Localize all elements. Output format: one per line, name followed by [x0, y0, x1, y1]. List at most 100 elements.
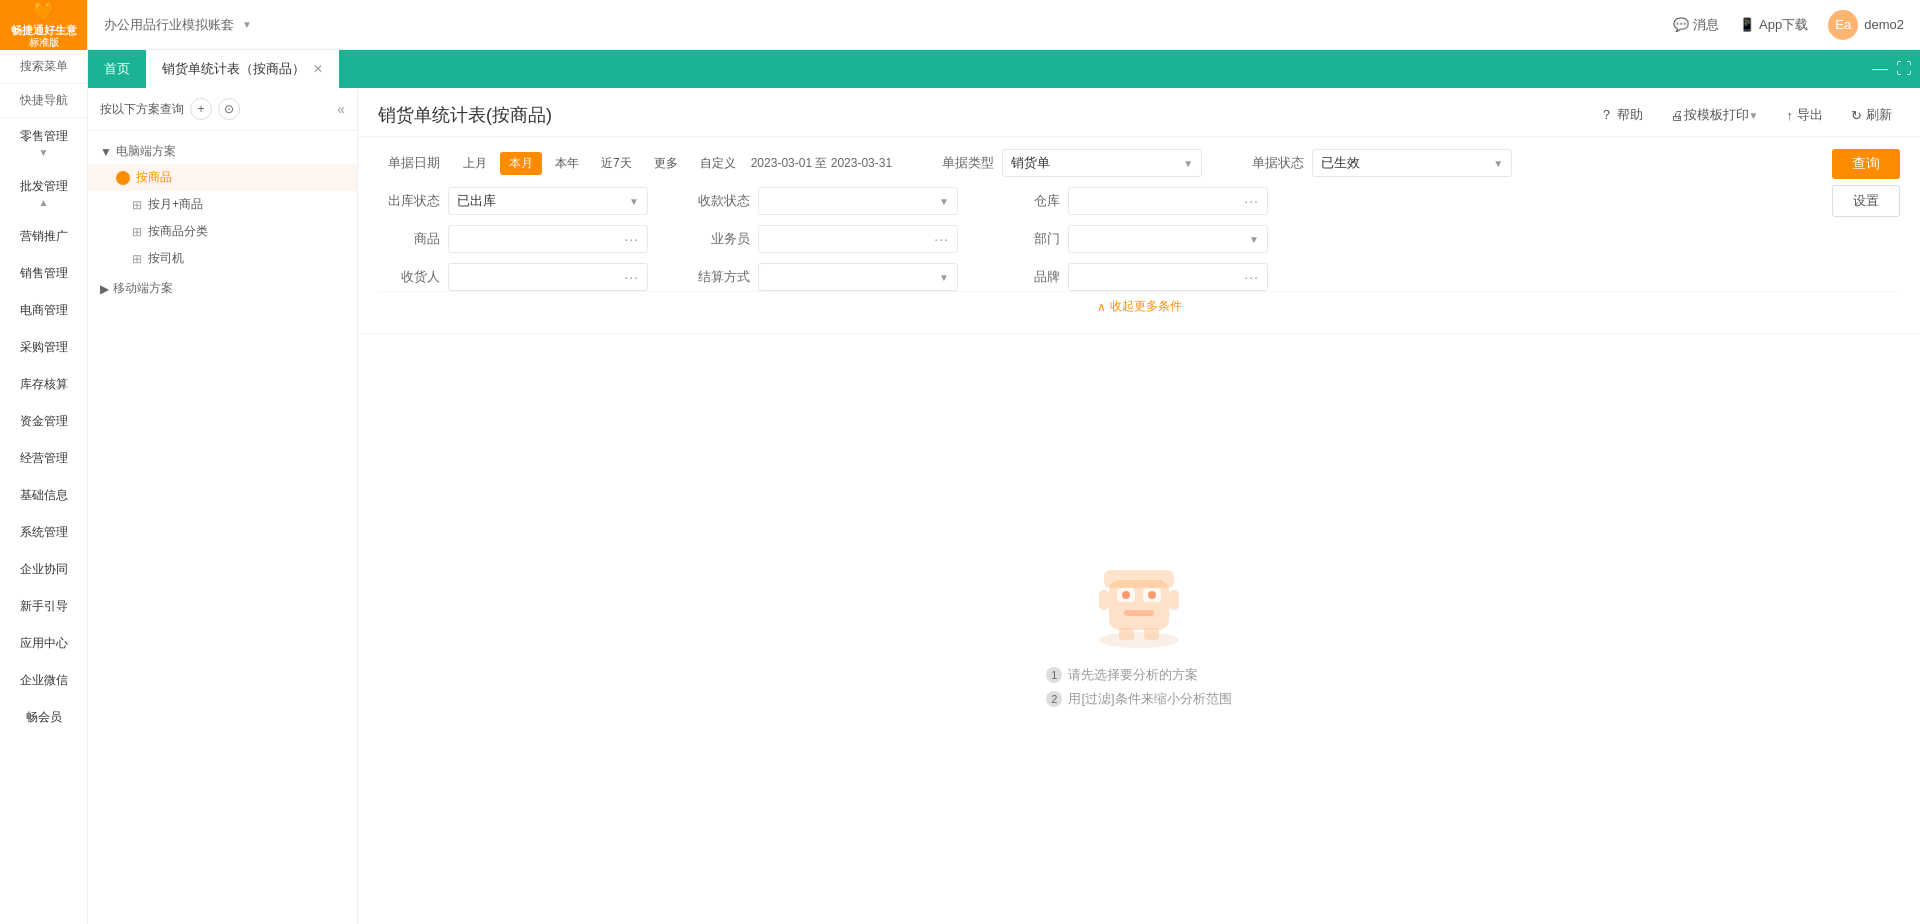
- salesperson-input[interactable]: ···: [758, 225, 958, 253]
- sidebar-item-appcenter-label: 应用中心: [20, 635, 68, 652]
- brand-input[interactable]: ···: [1068, 263, 1268, 291]
- tab-expand-icon[interactable]: ⛶: [1896, 60, 1912, 78]
- settlement-input[interactable]: ▼: [758, 263, 958, 291]
- sidebar-item-finance[interactable]: 资金管理: [0, 403, 87, 440]
- sidebar-item-enterprise-label: 企业协同: [20, 561, 68, 578]
- tree-item-by-goods[interactable]: 按商品: [88, 164, 357, 191]
- filter-row-3: 商品 ··· 业务员 ··· 部门: [378, 225, 1820, 253]
- panel-collapse-button[interactable]: «: [337, 101, 345, 117]
- date-btn-more[interactable]: 更多: [645, 152, 687, 175]
- add-scheme-button[interactable]: +: [190, 98, 212, 120]
- sidebar-item-appcenter[interactable]: 应用中心: [0, 625, 87, 662]
- setting-button[interactable]: 设置: [1832, 185, 1900, 217]
- workspace-dropdown-icon: ▼: [242, 19, 252, 30]
- date-range-text: 2023-03-01 至 2023-03-31: [751, 155, 892, 172]
- svg-rect-8: [1169, 590, 1179, 610]
- collapse-bar[interactable]: ∧ 收起更多条件: [378, 291, 1900, 321]
- sidebar-item-basic[interactable]: 基础信息: [0, 477, 87, 514]
- receiver-input[interactable]: ···: [448, 263, 648, 291]
- date-quick-buttons: 上月 本月 本年 近7天 更多 自定义: [454, 152, 745, 175]
- query-button[interactable]: 查询: [1832, 149, 1900, 179]
- user-area[interactable]: Ea demo2: [1828, 10, 1904, 40]
- sidebar-item-purchase-label: 采购管理: [20, 339, 68, 356]
- empty-state: 1 请先选择要分析的方案 2 用[过滤]条件来缩小分析范围: [358, 334, 1920, 924]
- tree-sub-icon1: ⊞: [132, 198, 142, 212]
- payment-status-chevron-icon: ▼: [939, 196, 949, 207]
- edit-scheme-button[interactable]: ⊙: [218, 98, 240, 120]
- workspace-selector[interactable]: 办公用品行业模拟账套 ▼: [104, 16, 252, 34]
- doc-status-input[interactable]: 已生效 ▼: [1312, 149, 1512, 177]
- message-button[interactable]: 💬 消息: [1673, 16, 1719, 34]
- sidebar-search-menu[interactable]: 搜索菜单: [0, 50, 87, 84]
- sidebar-item-inventory[interactable]: 库存核算: [0, 366, 87, 403]
- payment-status-label: 收款状态: [688, 192, 758, 210]
- svg-rect-11: [1104, 570, 1174, 588]
- sidebar-item-wholesale[interactable]: 批发管理 ▲: [0, 168, 87, 218]
- doc-type-value: 销货单: [1011, 154, 1050, 172]
- chevron-down-icon: ▼: [39, 147, 49, 158]
- sidebar-item-retail[interactable]: 零售管理 ▼: [0, 118, 87, 168]
- sidebar-item-system[interactable]: 系统管理: [0, 514, 87, 551]
- print-button[interactable]: 🖨 按模板打印 ▼: [1663, 102, 1767, 128]
- sidebar-item-purchase[interactable]: 采购管理: [0, 329, 87, 366]
- tab-sales-stat[interactable]: 销货单统计表（按商品） ✕: [146, 50, 339, 88]
- sidebar-item-ecommerce[interactable]: 电商管理: [0, 292, 87, 329]
- sidebar-item-enterprise[interactable]: 企业协同: [0, 551, 87, 588]
- tree-item-by-month-goods-label: 按月+商品: [148, 196, 203, 213]
- doc-type-input[interactable]: 销货单 ▼: [1002, 149, 1202, 177]
- add-icon: +: [197, 102, 204, 116]
- content-area: 按以下方案查询 + ⊙ « ▼ 电脑端方案 按商品: [88, 88, 1920, 924]
- app-download-label: App下载: [1759, 16, 1808, 34]
- dept-input[interactable]: ▼: [1068, 225, 1268, 253]
- date-btn-last-month[interactable]: 上月: [454, 152, 496, 175]
- sidebar-quick-nav[interactable]: 快捷导航: [0, 84, 87, 118]
- export-icon: ↑: [1787, 108, 1794, 123]
- payment-status-input[interactable]: ▼: [758, 187, 958, 215]
- receiver-dots-icon: ···: [624, 269, 639, 285]
- refresh-icon: ↻: [1851, 108, 1862, 123]
- sidebar-item-member-label: 畅会员: [26, 709, 62, 726]
- tab-minimize-icon[interactable]: —: [1872, 60, 1888, 78]
- date-btn-7days[interactable]: 近7天: [592, 152, 641, 175]
- filter-actions: 查询 设置: [1832, 149, 1900, 217]
- app-download-button[interactable]: 📱 App下载: [1739, 16, 1808, 34]
- receiver-label: 收货人: [378, 268, 448, 286]
- sidebar-item-operation[interactable]: 经营管理: [0, 440, 87, 477]
- svg-point-0: [1099, 632, 1179, 648]
- out-status-input[interactable]: 已出库 ▼: [448, 187, 648, 215]
- tab-close-icon[interactable]: ✕: [313, 62, 323, 76]
- date-btn-current-year[interactable]: 本年: [546, 152, 588, 175]
- date-btn-custom[interactable]: 自定义: [691, 152, 745, 175]
- warehouse-input[interactable]: ···: [1068, 187, 1268, 215]
- sidebar-item-member[interactable]: 畅会员: [0, 699, 87, 736]
- brand-label: 品牌: [998, 268, 1068, 286]
- sidebar-item-corpwechat[interactable]: 企业微信: [0, 662, 87, 699]
- tree-item-by-driver[interactable]: ⊞ 按司机: [88, 245, 357, 272]
- tree-item-by-category[interactable]: ⊞ 按商品分类: [88, 218, 357, 245]
- goods-label: 商品: [378, 230, 448, 248]
- tree-group-desktop[interactable]: ▼ 电脑端方案: [88, 139, 357, 164]
- help-button[interactable]: ？ 帮助: [1592, 102, 1651, 128]
- tree-item-by-month-goods[interactable]: ⊞ 按月+商品: [88, 191, 357, 218]
- help-icon: ？: [1600, 106, 1613, 124]
- settlement-label: 结算方式: [688, 268, 758, 286]
- tab-bar: 首页 销货单统计表（按商品） ✕ — ⛶: [88, 50, 1920, 88]
- sidebar-item-marketing[interactable]: 营销推广: [0, 218, 87, 255]
- sidebar-item-guide-label: 新手引导: [20, 598, 68, 615]
- svg-rect-10: [1144, 628, 1159, 640]
- tree-group-mobile[interactable]: ▶ 移动端方案: [88, 276, 357, 301]
- sidebar-nav-section: 零售管理 ▼ 批发管理 ▲ 营销推广 销售管理 电商管理 采购管理 库存核算 资…: [0, 118, 87, 924]
- sidebar-item-sales[interactable]: 销售管理: [0, 255, 87, 292]
- sidebar-item-marketing-label: 营销推广: [20, 228, 68, 245]
- tab-home[interactable]: 首页: [88, 50, 146, 88]
- export-button[interactable]: ↑ 导出: [1779, 102, 1832, 128]
- sidebar-item-wholesale-label: 批发管理: [20, 178, 68, 195]
- tree-sub-icon2: ⊞: [132, 225, 142, 239]
- sidebar: 🧡 畅捷通好生意 标准版 搜索菜单 快捷导航 零售管理 ▼ 批发管理 ▲ 营销推…: [0, 0, 88, 924]
- date-btn-current-month[interactable]: 本月: [500, 152, 542, 175]
- sidebar-item-guide[interactable]: 新手引导: [0, 588, 87, 625]
- svg-point-5: [1148, 591, 1156, 599]
- sidebar-item-corpwechat-label: 企业微信: [20, 672, 68, 689]
- goods-input[interactable]: ···: [448, 225, 648, 253]
- refresh-button[interactable]: ↻ 刷新: [1843, 102, 1900, 128]
